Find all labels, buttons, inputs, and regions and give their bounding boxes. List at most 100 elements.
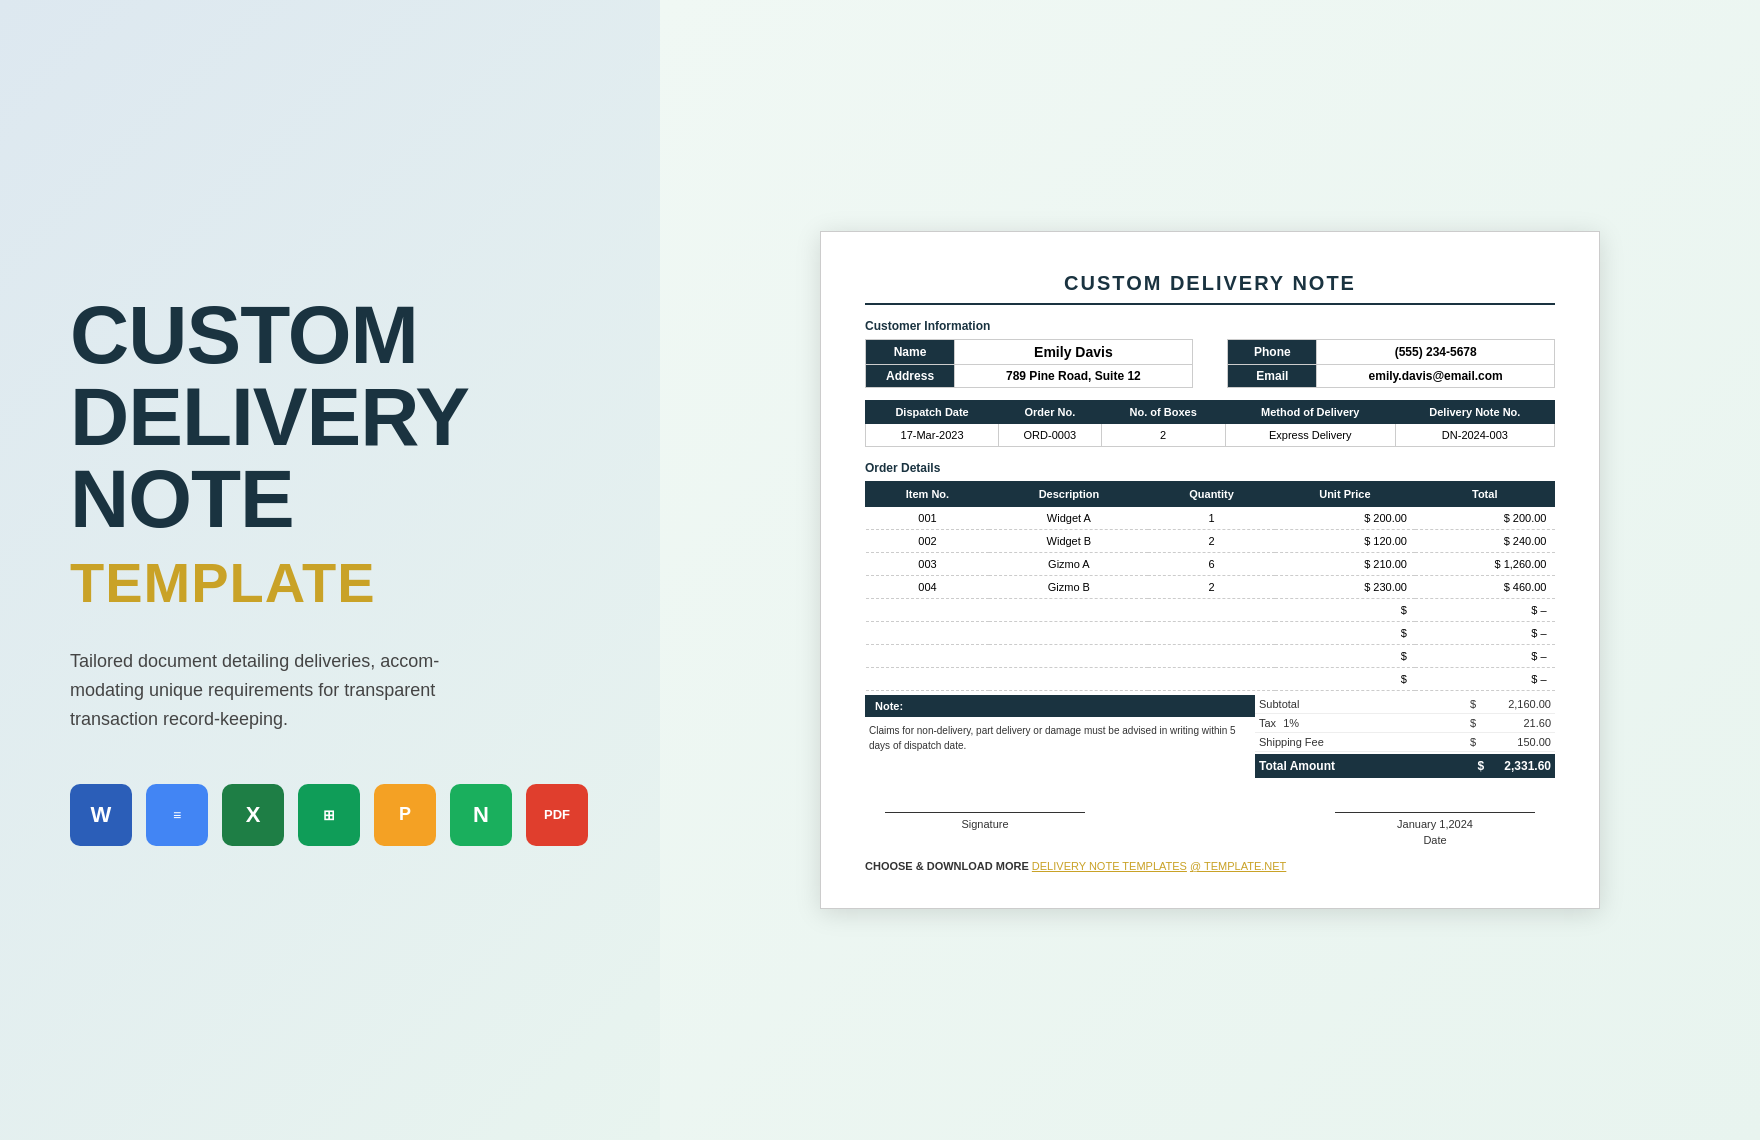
dispatch-header-0: Dispatch Date [866,401,999,424]
signature-section: Signature January 1,2024 Date [865,798,1555,846]
note-text: Claims for non-delivery, part delivery o… [865,723,1255,753]
date-line [1335,812,1535,813]
order-row: $ $ – [866,645,1555,668]
note-box: Note: Claims for non-delivery, part deli… [865,695,1255,778]
subtotal-value: 2,160.00 [1496,698,1551,710]
order-cell-4-3: $ [1275,599,1415,622]
docs-icon[interactable]: ≡ [146,784,208,846]
order-cell-3-3: $ 230.00 [1275,576,1415,599]
total-label: Total Amount [1259,759,1335,773]
spacer1 [1192,340,1228,365]
order-cell-6-2 [1148,645,1274,668]
doc-title: CUSTOM DELIVERY NOTE [865,272,1555,295]
total-currency: $ [1478,759,1485,773]
order-row: $ $ – [866,599,1555,622]
doc-footer: CHOOSE & DOWNLOAD MORE DELIVERY NOTE TEM… [865,860,1555,872]
order-cell-6-3: $ [1275,645,1415,668]
footer-link2[interactable]: @ TEMPLATE.NET [1190,860,1286,872]
order-cell-5-4: $ – [1415,622,1555,645]
dispatch-header-1: Order No. [999,401,1102,424]
numbers-icon[interactable]: N [450,784,512,846]
date-label: Date [1423,834,1446,846]
date-block: January 1,2024 Date [1315,812,1555,846]
order-cell-4-2 [1148,599,1274,622]
name-value: Emily Davis [955,340,1193,365]
order-cell-5-0 [866,622,990,645]
subtitle: TEMPLATE [70,550,590,615]
footer-text: CHOOSE & DOWNLOAD MORE [865,860,1032,872]
signature-label: Signature [961,818,1008,830]
title-line3: NOTE [70,453,294,544]
order-cell-6-1 [989,645,1148,668]
order-row: 001Widget A1$ 200.00$ 200.00 [866,507,1555,530]
order-row: 004Gizmo B2$ 230.00$ 460.00 [866,576,1555,599]
order-cell-7-1 [989,668,1148,691]
order-cell-2-0: 003 [866,553,990,576]
sheets-icon[interactable]: ⊞ [298,784,360,846]
subtotal-currency: $ [1470,698,1476,710]
name-label: Name [866,340,955,365]
shipping-row: Shipping Fee $ 150.00 [1255,733,1555,752]
order-cell-4-4: $ – [1415,599,1555,622]
order-header-0: Item No. [866,482,990,507]
order-cell-7-0 [866,668,990,691]
dispatch-row: 17-Mar-2023 ORD-0003 2 Express Delivery … [866,424,1555,447]
subtotal-label: Subtotal [1259,698,1299,710]
total-value: 2,331.60 [1504,759,1551,773]
num-boxes: 2 [1101,424,1225,447]
date-value: January 1,2024 [1397,818,1473,830]
order-header-3: Unit Price [1275,482,1415,507]
word-icon[interactable]: W [70,784,132,846]
order-no: ORD-0003 [999,424,1102,447]
shipping-label: Shipping Fee [1259,736,1324,748]
order-header-2: Quantity [1148,482,1274,507]
order-cell-1-1: Widget B [989,530,1148,553]
dispatch-header-3: Method of Delivery [1225,401,1395,424]
order-cell-6-0 [866,645,990,668]
order-details-label: Order Details [865,461,1555,475]
shipping-currency: $ [1470,736,1476,748]
dispatch-header-4: Delivery Note No. [1395,401,1554,424]
phone-label: Phone [1228,340,1317,365]
order-row: 002Widget B2$ 120.00$ 240.00 [866,530,1555,553]
order-cell-2-2: 6 [1148,553,1274,576]
customer-table: Name Emily Davis Phone (555) 234-5678 Ad… [865,339,1555,388]
address-label: Address [866,365,955,388]
order-cell-7-2 [1148,668,1274,691]
title-line1: CUSTOM [70,289,418,380]
order-cell-0-1: Widget A [989,507,1148,530]
tax-value: 21.60 [1496,717,1551,729]
order-header-1: Description [989,482,1148,507]
order-cell-5-2 [1148,622,1274,645]
totals-section: Note: Claims for non-delivery, part deli… [865,695,1555,778]
excel-icon[interactable]: X [222,784,284,846]
totals-right: Subtotal $ 2,160.00 Tax 1% $ 21.60 [1255,695,1555,778]
order-cell-1-0: 002 [866,530,990,553]
order-cell-0-3: $ 200.00 [1275,507,1415,530]
order-cell-7-3: $ [1275,668,1415,691]
order-row: $ $ – [866,668,1555,691]
order-cell-4-1 [989,599,1148,622]
order-cell-0-2: 1 [1148,507,1274,530]
email-value: emily.davis@email.com [1317,365,1555,388]
tax-currency: $ [1470,717,1476,729]
description: Tailored document detailing deliveries, … [70,647,550,733]
order-cell-2-1: Gizmo A [989,553,1148,576]
order-cell-5-3: $ [1275,622,1415,645]
left-panel: CUSTOM DELIVERY NOTE TEMPLATE Tailored d… [0,0,660,1140]
note-header: Note: [865,695,1255,717]
order-cell-2-4: $ 1,260.00 [1415,553,1555,576]
order-cell-6-4: $ – [1415,645,1555,668]
tax-label: Tax 1% [1259,717,1299,729]
footer-link1[interactable]: DELIVERY NOTE TEMPLATES [1032,860,1187,872]
order-cell-1-3: $ 120.00 [1275,530,1415,553]
order-cell-2-3: $ 210.00 [1275,553,1415,576]
email-label: Email [1228,365,1317,388]
order-cell-1-2: 2 [1148,530,1274,553]
spacer2 [1192,365,1228,388]
order-table: Item No. Description Quantity Unit Price… [865,481,1555,691]
order-cell-3-4: $ 460.00 [1415,576,1555,599]
pages-icon[interactable]: P [374,784,436,846]
pdf-icon[interactable]: PDF [526,784,588,846]
title-line2: DELIVERY [70,371,469,462]
